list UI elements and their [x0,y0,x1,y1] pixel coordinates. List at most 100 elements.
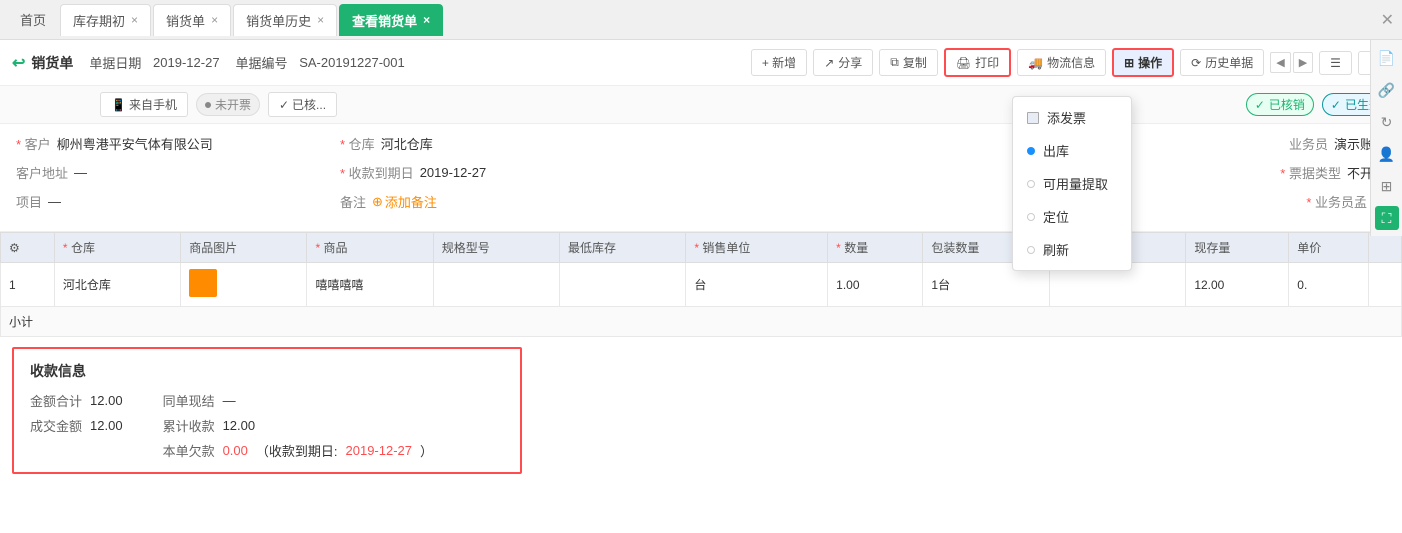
address-field: 客户地址 — [16,163,316,182]
refresh-icon [1027,246,1035,254]
history-icon: ⟳ [1191,56,1201,70]
dropdown-available-qty-label: 可用量提取 [1043,174,1108,193]
deal-item: 成交金额 12.00 [30,416,123,435]
share-button[interactable]: ↗ 分享 [813,49,873,76]
check-circle-icon: ✓ [1255,98,1265,112]
new-button[interactable]: + 新增 [751,49,807,76]
doc-date-label: 单据日期 2019-12-27 [89,53,219,72]
cumulative-item: 累计收款 12.00 [163,416,433,435]
project-value: — [48,194,61,209]
table-header-row: ⚙ 仓库 商品图片 商品 规格型号 最低库存 销售单位 数量 包装数量 可用量 … [1,233,1402,263]
view-list-button[interactable]: ☰ [1319,51,1352,75]
tab-view-sales-close[interactable]: × [423,13,430,27]
product-table: ⚙ 仓库 商品图片 商品 规格型号 最低库存 销售单位 数量 包装数量 可用量 … [0,232,1402,337]
add-note-button[interactable]: ⊕ 添加备注 [372,192,437,211]
window-close-button[interactable]: ✕ [1381,10,1394,30]
row-warehouse: 河北仓库 [54,263,180,307]
deal-label: 成交金额 [30,416,82,435]
operations-dropdown: 添发票 出库 可用量提取 定位 刷新 [1012,96,1132,271]
payment-date-value: 2019-12-27 [420,165,487,180]
tab-home-label: 首页 [20,10,46,29]
form-area: 客户 柳州粤港平安气体有限公司 仓库 河北仓库 业务员 演示账号 客户地址 — [0,124,1402,231]
total-item: 金额合计 12.00 [30,391,123,410]
customer-field: 客户 柳州粤港平安气体有限公司 [16,134,316,153]
right-icon-file[interactable]: 📄 [1375,46,1399,70]
share-button-label: 分享 [838,54,862,71]
cumulative-label: 累计收款 [163,416,215,435]
tab-inventory-label: 库存期初 [73,11,125,30]
tab-sales-history[interactable]: 销货单历史 × [233,4,337,36]
dropdown-refresh-label: 刷新 [1043,240,1069,259]
tab-inventory[interactable]: 库存期初 × [60,4,151,36]
dropdown-outbound[interactable]: 出库 [1013,134,1131,167]
col-qty: 数量 [828,233,923,263]
mobile-button[interactable]: 📱 来自手机 [100,92,188,117]
available-icon [1027,180,1035,188]
same-order-label: 同单现结 [163,391,215,410]
dropdown-locate-label: 定位 [1043,207,1069,226]
dropdown-locate[interactable]: 定位 [1013,200,1131,233]
tab-sales[interactable]: 销货单 × [153,4,231,36]
col-spec: 规格型号 [433,233,559,263]
invoice-status-label: 未开票 [215,96,251,113]
tab-sales-history-close[interactable]: × [317,13,324,27]
dropdown-add-invoice-label: 添发票 [1047,108,1086,127]
dropdown-refresh[interactable]: 刷新 [1013,233,1131,266]
logistics-button[interactable]: 🚚 物流信息 [1017,49,1106,76]
summary-rows: 金额合计 12.00 成交金额 12.00 同单现结 — 累计收款 [30,391,504,460]
row-price: 0. [1289,263,1369,307]
tab-sales-close[interactable]: × [211,13,218,27]
history-button-label: 历史单据 [1205,54,1253,71]
doc-date-value: 2019-12-27 [153,55,220,70]
col-warehouse: 仓库 [54,233,180,263]
right-icon-expand[interactable]: ⛶ [1375,206,1399,230]
right-icon-refresh[interactable]: ↻ [1375,110,1399,134]
toolbar: + 新增 ↗ 分享 ⧉ 复制 🖨 打印 🚚 [751,48,1390,77]
dropdown-add-invoice[interactable]: 添发票 [1013,101,1131,134]
col-more [1368,233,1401,263]
doc-header: ↩ 销货单 单据日期 2019-12-27 单据编号 SA-20191227-0… [0,40,1402,86]
locate-icon [1027,213,1035,221]
right-icon-user[interactable]: 👤 [1375,142,1399,166]
owe-date: 2019-12-27 [346,443,413,458]
subtotal-label: 小计 [1,307,1402,337]
row-image [181,263,307,307]
col-stock: 现存量 [1186,233,1289,263]
product-image [189,269,217,297]
right-icon-grid[interactable]: ⊞ [1375,174,1399,198]
next-arrow[interactable]: ▶ [1293,52,1313,73]
doc-number-value: SA-20191227-001 [299,55,405,70]
owe-item: 本单欠款 0.00 （收款到期日: 2019-12-27 ） [163,441,433,460]
tab-inventory-close[interactable]: × [131,13,138,27]
right-icon-link[interactable]: 🔗 [1375,78,1399,102]
doc-meta: 单据日期 2019-12-27 单据编号 SA-20191227-001 [89,53,404,72]
address-label: 客户地址 [16,163,68,182]
row-min-stock [560,263,686,307]
row-unit: 台 [686,263,828,307]
note-label: 备注 [340,192,366,211]
doc-type-label: 销货单 [31,53,73,73]
prev-arrow[interactable]: ◀ [1270,52,1290,73]
dropdown-available-qty[interactable]: 可用量提取 [1013,167,1131,200]
row-product: 嘻嘻嘻嘻 [307,263,433,307]
history-button[interactable]: ⟳ 历史单据 [1180,49,1264,76]
print-button[interactable]: 🖨 打印 [946,50,1009,75]
tab-home[interactable]: 首页 [8,4,58,36]
dropdown-outbound-label: 出库 [1043,141,1069,160]
owe-end: ） [420,441,433,460]
check-button[interactable]: ✓ 已核... [268,92,337,117]
new-button-label: + 新增 [762,54,796,71]
tab-view-sales[interactable]: 查看销货单 × [339,4,443,36]
summary-area: 收款信息 金额合计 12.00 成交金额 12.00 同单现结 — [12,347,522,474]
col-settings[interactable]: ⚙ [1,233,55,263]
print-button-highlight: 🖨 打印 [944,48,1011,77]
copy-button[interactable]: ⧉ 复制 [879,49,938,76]
row-qty: 1.00 [828,263,923,307]
warehouse-field: 仓库 河北仓库 [340,134,540,153]
col-price: 单价 [1289,233,1369,263]
copy-icon: ⧉ [890,55,899,70]
col-image: 商品图片 [181,233,307,263]
operations-button[interactable]: ⊞ 操作 [1112,48,1174,77]
note-field: 备注 ⊕ 添加备注 [340,192,540,211]
operations-button-label: 操作 [1138,54,1162,71]
